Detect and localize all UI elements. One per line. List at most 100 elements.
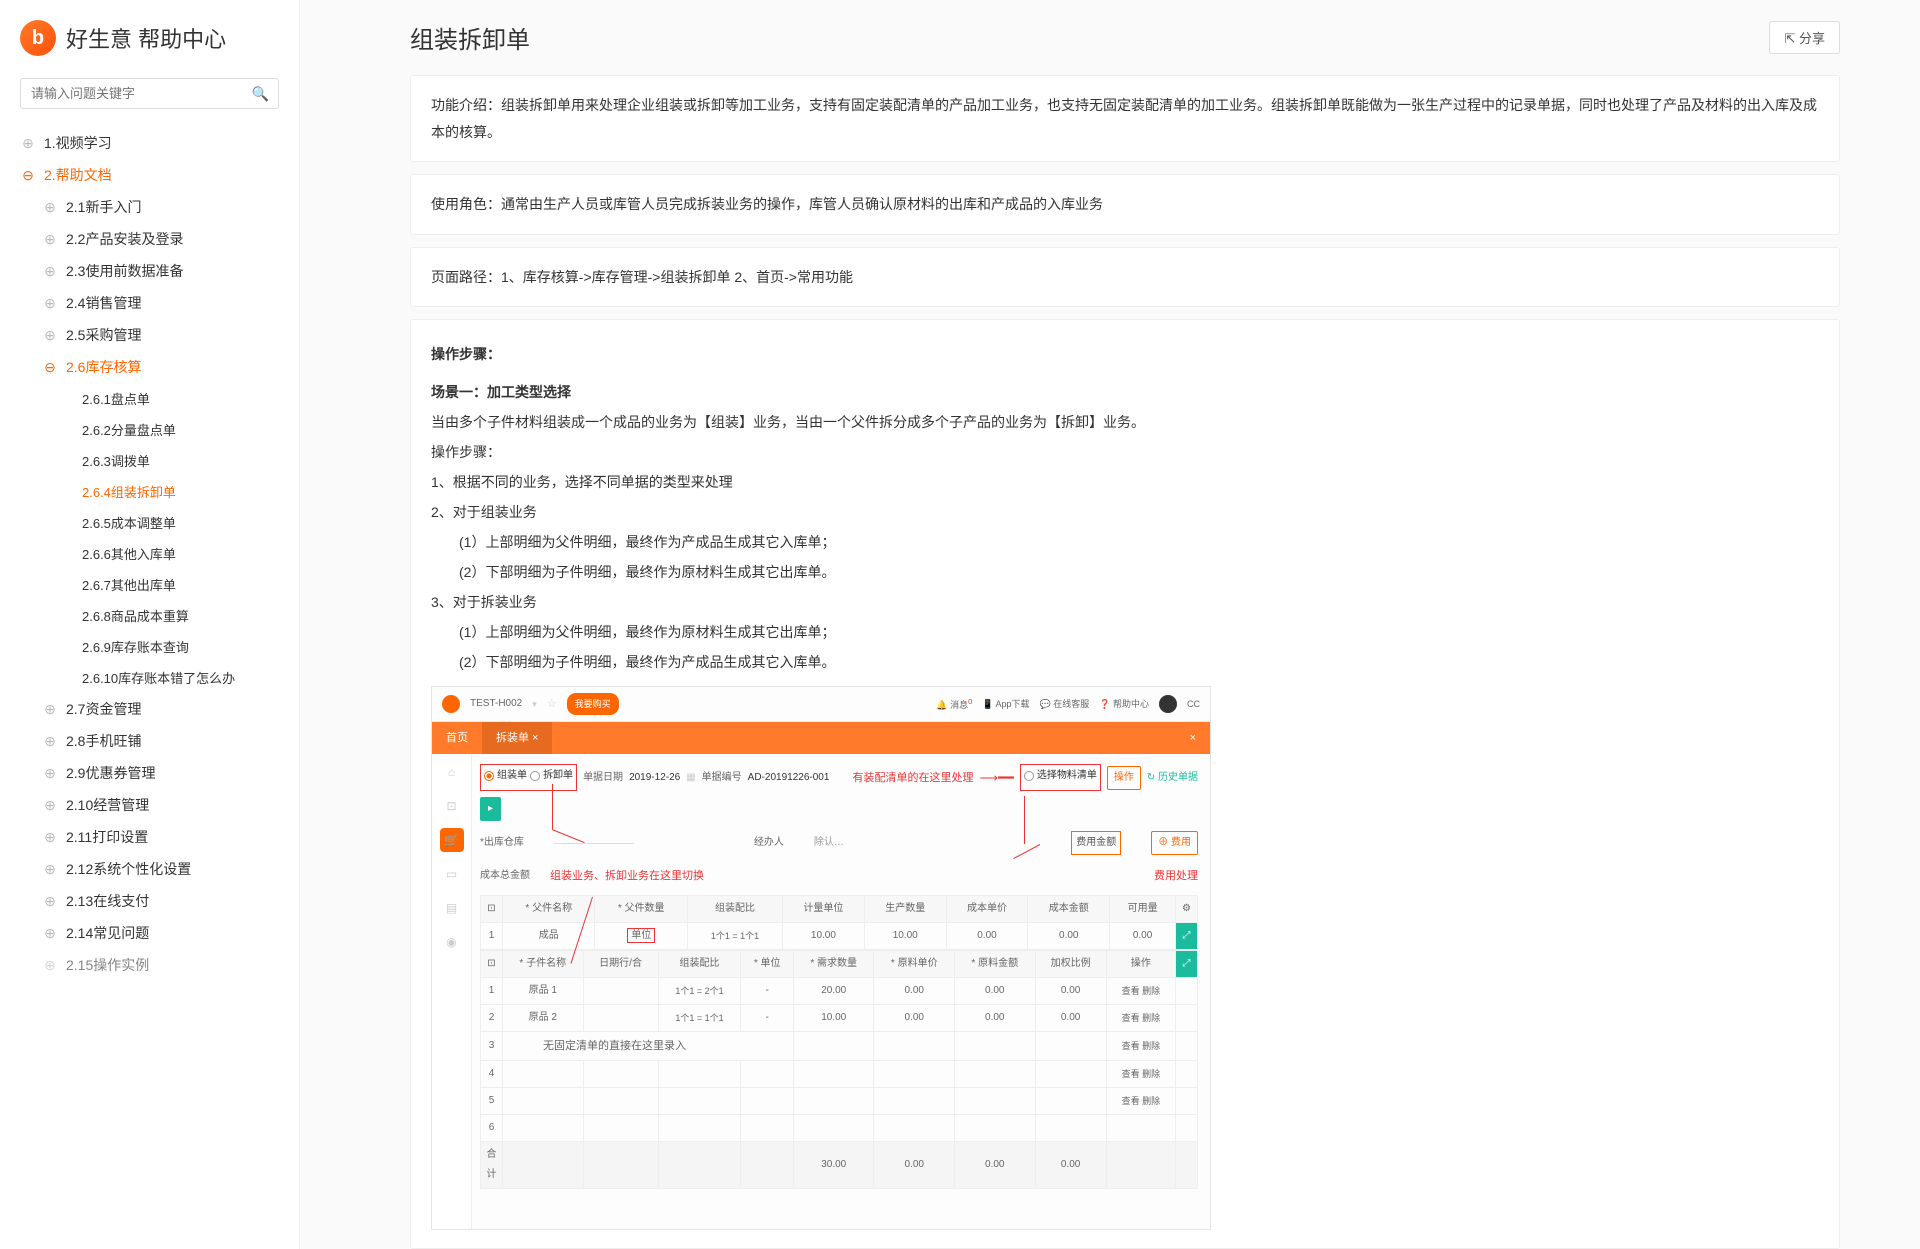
nav-2-2[interactable]: 2.2产品安装及登录: [20, 223, 279, 255]
embed-radio-disassembly: 拆卸单: [530, 766, 573, 786]
embed-picklist-box: 选择物料清单: [1020, 764, 1101, 791]
table-row: 3无固定清单的直接在这里录入查看 删除: [481, 1032, 1198, 1061]
nav-2-8[interactable]: 2.8手机旺铺: [20, 725, 279, 757]
nav-label: 2.7资金管理: [66, 699, 141, 719]
nav-label: 2.帮助文档: [44, 165, 112, 185]
table-row: 5查看 删除: [481, 1088, 1198, 1115]
main-content: 组装拆卸单 ⇱ 分享 功能介绍：组装拆卸单用来处理企业组装或拆卸等加工业务，支持…: [300, 0, 1920, 1249]
embed-fee-field: 费用金额: [1071, 831, 1121, 855]
plus-icon: [42, 231, 58, 247]
nav-label: 2.6.8商品成本重算: [82, 606, 189, 625]
nav-2-14[interactable]: 2.14常见问题: [20, 917, 279, 949]
nav-2-6-10[interactable]: 2.6.10库存账本错了怎么办: [20, 662, 279, 693]
embed-tab-home: 首页: [432, 722, 482, 754]
nav-2-6-7[interactable]: 2.6.7其他出库单: [20, 569, 279, 600]
nav-label: 2.10经营管理: [66, 795, 149, 815]
nav-label: 2.5采购管理: [66, 325, 141, 345]
table-row: 1原品 11个1 = 2个1-20.000.000.000.00查看 删除: [481, 978, 1198, 1005]
nav-video-learning[interactable]: 1.视频学习: [20, 127, 279, 159]
share-icon: ⇱: [1784, 31, 1795, 46]
nav-2-12[interactable]: 2.12系统个性化设置: [20, 853, 279, 885]
logo-icon: b: [20, 20, 56, 56]
nav-label: 2.4销售管理: [66, 293, 141, 313]
nav-label: 2.6.1盘点单: [82, 389, 150, 408]
nav-2-7[interactable]: 2.7资金管理: [20, 693, 279, 725]
nav-label: 2.6.4组装拆卸单: [82, 482, 176, 501]
search-icon[interactable]: 🔍: [252, 85, 269, 102]
step-2b: (2）下部明细为子件明细，最终作为原材料生成其它出库单。: [431, 558, 1819, 586]
nav-label: 1.视频学习: [44, 133, 112, 153]
nav-2-6-4[interactable]: 2.6.4组装拆卸单: [20, 476, 279, 507]
nav-2-6-1[interactable]: 2.6.1盘点单: [20, 383, 279, 414]
embed-user: CC: [1187, 695, 1200, 713]
step-2: 2、对于组装业务: [431, 498, 1819, 526]
plus-icon: [42, 829, 58, 845]
embed-bill-label: 单据编号: [702, 768, 742, 788]
nav-2-5[interactable]: 2.5采购管理: [20, 319, 279, 351]
intro-card: 功能介绍：组装拆卸单用来处理企业组装或拆卸等加工业务，支持有固定装配清单的产品加…: [410, 75, 1840, 162]
embed-msg: 🔔 消息0: [936, 694, 972, 714]
embed-nav-icon: ◉: [440, 930, 464, 954]
nav-2-6-6[interactable]: 2.6.6其他入库单: [20, 538, 279, 569]
embed-title: TEST-H002: [470, 694, 522, 714]
nav-2-3[interactable]: 2.3使用前数据准备: [20, 255, 279, 287]
embed-type-box: 组装单 拆卸单: [480, 764, 577, 791]
nav-label: 2.13在线支付: [66, 891, 149, 911]
nav-2-6-8[interactable]: 2.6.8商品成本重算: [20, 600, 279, 631]
plus-icon: [42, 893, 58, 909]
nav-2-6-9[interactable]: 2.6.9库存账本查询: [20, 631, 279, 662]
steps-heading-2: 操作步骤：: [431, 438, 1819, 466]
nav-2-9[interactable]: 2.9优惠券管理: [20, 757, 279, 789]
nav-2-4[interactable]: 2.4销售管理: [20, 287, 279, 319]
embed-app: 📱 App下载: [982, 695, 1029, 713]
plus-icon: [42, 797, 58, 813]
step-3a: (1）上部明细为父件明细，最终作为原材料生成其它出库单；: [431, 618, 1819, 646]
embed-options-row: 组装单 拆卸单 单据日期 2019-12-26 ▦ 单据编号 AD-201912…: [480, 764, 1198, 821]
nav-label: 2.3使用前数据准备: [66, 261, 183, 281]
nav-label: 2.6.5成本调整单: [82, 513, 176, 532]
embed-nav-icon: ▤: [440, 896, 464, 920]
nav-2-10[interactable]: 2.10经营管理: [20, 789, 279, 821]
role-text: 使用角色：通常由生产人员或库管人员完成拆装业务的操作，库管人员确认原材料的出库和…: [431, 196, 1103, 212]
table-row: 2原品 21个1 = 1个1-10.000.000.000.00查看 删除: [481, 1005, 1198, 1032]
table-row: 6: [481, 1115, 1198, 1142]
embed-fields-row: *出库仓库 经办人 除认… 费用金额 ⊕ 费用: [480, 831, 1198, 855]
embed-service: 💬 在线客服: [1040, 695, 1090, 713]
embed-cost-label: 成本总金额: [480, 866, 530, 886]
plus-icon: [42, 925, 58, 941]
step-3: 3、对于拆装业务: [431, 588, 1819, 616]
nav-2-6[interactable]: 2.6库存核算: [20, 351, 279, 383]
page-header: 组装拆卸单 ⇱ 分享: [410, 20, 1840, 55]
nav-label: 2.6.3调拨单: [82, 451, 150, 470]
nav-2-6-5[interactable]: 2.6.5成本调整单: [20, 507, 279, 538]
nav-help-docs[interactable]: 2.帮助文档: [20, 159, 279, 191]
embed-annot-top: 有装配清单的在这里处理: [853, 767, 974, 789]
nav-2-1[interactable]: 2.1新手入门: [20, 191, 279, 223]
minus-icon: [20, 167, 36, 183]
embed-tab-close: ×: [1176, 722, 1210, 754]
nav-label: 2.8手机旺铺: [66, 731, 141, 751]
embed-nav-icon-active: 🛒: [440, 828, 464, 852]
role-card: 使用角色：通常由生产人员或库管人员完成拆装业务的操作，库管人员确认原材料的出库和…: [410, 174, 1840, 235]
embed-help: ❓ 帮助中心: [1099, 695, 1149, 713]
plus-icon: [42, 957, 58, 973]
embed-avatar: [1159, 695, 1177, 713]
nav-2-11[interactable]: 2.11打印设置: [20, 821, 279, 853]
content-card: 操作步骤： 场景一：加工类型选择 当由多个子件材料组装成一个成品的业务为【组装】…: [410, 319, 1840, 1249]
nav-label: 2.6.6其他入库单: [82, 544, 176, 563]
search-input[interactable]: [20, 78, 279, 109]
plus-icon: [42, 199, 58, 215]
search-box: 🔍: [20, 78, 279, 109]
nav-2-6-3[interactable]: 2.6.3调拨单: [20, 445, 279, 476]
embed-tabs: 首页 拆装单 × ×: [432, 722, 1210, 754]
table-sum-row: 合计30.000.000.000.00: [481, 1142, 1198, 1189]
nav-2-13[interactable]: 2.13在线支付: [20, 885, 279, 917]
share-button[interactable]: ⇱ 分享: [1769, 21, 1840, 54]
embed-op-btn: 操作: [1107, 766, 1141, 790]
steps-heading: 操作步骤：: [431, 340, 1819, 368]
plus-icon: [42, 327, 58, 343]
nav-2-6-2[interactable]: 2.6.2分量盘点单: [20, 414, 279, 445]
table-row: 1 成品 单位 1个1 = 1个1 10.00 10.00 0.00 0.00 …: [481, 923, 1198, 950]
plus-icon: [42, 765, 58, 781]
nav-2-15[interactable]: 2.15操作实例: [20, 949, 279, 981]
